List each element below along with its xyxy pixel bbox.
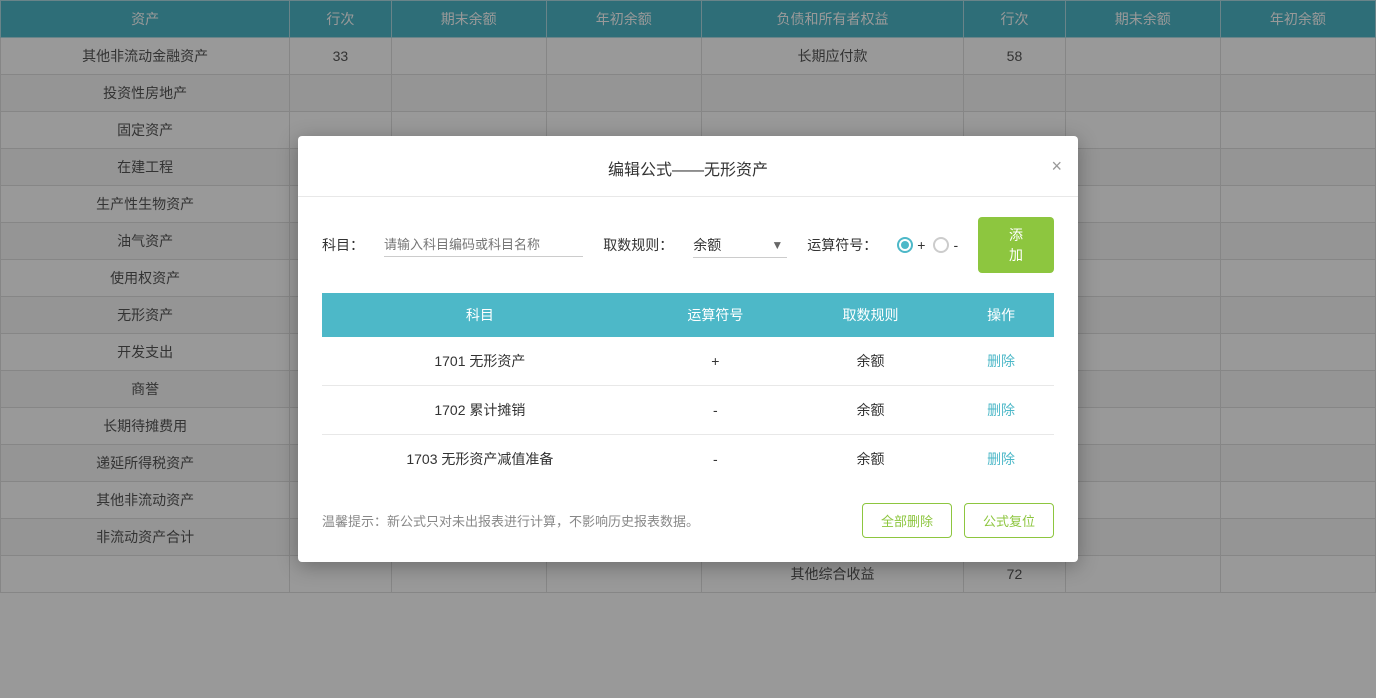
operator-minus-radio[interactable] bbox=[933, 237, 949, 253]
formula-operator-cell: + bbox=[638, 337, 793, 386]
operator-label: 运算符号： bbox=[807, 235, 877, 255]
formula-action-cell: 删除 bbox=[948, 435, 1054, 484]
operator-plus-radio[interactable] bbox=[897, 237, 913, 253]
modal-close-button[interactable]: × bbox=[1051, 157, 1062, 175]
table-header-row: 科目 运算符号 取数规则 操作 bbox=[322, 293, 1054, 337]
formula-action-cell: 删除 bbox=[948, 337, 1054, 386]
modal-header: 编辑公式——无形资产 × bbox=[298, 136, 1078, 197]
operator-plus-text: + bbox=[917, 237, 925, 253]
warning-text: 温馨提示：新公式只对未出报表进行计算，不影响历史报表数据。 bbox=[322, 511, 699, 530]
formula-action-cell: 删除 bbox=[948, 386, 1054, 435]
formula-table-row: 1701 无形资产+余额 删除 bbox=[322, 337, 1054, 386]
rule-label: 取数规则： bbox=[603, 235, 673, 255]
formula-rule-cell: 余额 bbox=[793, 435, 948, 484]
add-button[interactable]: 添加 bbox=[978, 217, 1054, 273]
formula-rule-cell: 余额 bbox=[793, 337, 948, 386]
warning-section: 温馨提示：新公式只对未出报表进行计算，不影响历史报表数据。 全部删除 公式复位 bbox=[298, 483, 1078, 538]
operator-minus-label[interactable]: - bbox=[933, 237, 958, 253]
formula-subject-cell: 1702 累计摊销 bbox=[322, 386, 638, 435]
delete-row-link[interactable]: 删除 bbox=[987, 402, 1015, 418]
bottom-button-group: 全部删除 公式复位 bbox=[862, 503, 1054, 538]
delete-all-button[interactable]: 全部删除 bbox=[862, 503, 952, 538]
formula-table-wrap: 科目 运算符号 取数规则 操作 1701 无形资产+余额删除1702 累计摊销-… bbox=[322, 293, 1054, 483]
operator-plus-label[interactable]: + bbox=[897, 237, 925, 253]
th-rule: 取数规则 bbox=[793, 293, 948, 337]
formula-table-row: 1703 无形资产减值准备-余额 删除 bbox=[322, 435, 1054, 484]
subject-label: 科目： bbox=[322, 235, 364, 255]
rule-select[interactable]: 余额借方发生额贷方发生额借方余额贷方余额 bbox=[693, 233, 787, 258]
formula-subject-cell: 1701 无形资产 bbox=[322, 337, 638, 386]
delete-row-link[interactable]: 删除 bbox=[987, 451, 1015, 467]
modal-overlay: 编辑公式——无形资产 × 科目： 取数规则： 余额借方发生额贷方发生额借方余额贷… bbox=[0, 0, 1376, 698]
formula-operator-cell: - bbox=[638, 386, 793, 435]
subject-input[interactable] bbox=[384, 233, 583, 257]
edit-formula-modal: 编辑公式——无形资产 × 科目： 取数规则： 余额借方发生额贷方发生额借方余额贷… bbox=[298, 136, 1078, 562]
formula-rule-cell: 余额 bbox=[793, 386, 948, 435]
formula-table: 科目 运算符号 取数规则 操作 1701 无形资产+余额删除1702 累计摊销-… bbox=[322, 293, 1054, 483]
formula-form: 科目： 取数规则： 余额借方发生额贷方发生额借方余额贷方余额 ▼ 运算符号： +… bbox=[298, 197, 1078, 293]
operator-minus-text: - bbox=[953, 237, 958, 253]
formula-table-row: 1702 累计摊销-余额 删除 bbox=[322, 386, 1054, 435]
formula-operator-cell: - bbox=[638, 435, 793, 484]
formula-subject-cell: 1703 无形资产减值准备 bbox=[322, 435, 638, 484]
modal-title: 编辑公式——无形资产 bbox=[608, 162, 768, 179]
rule-select-wrap: 余额借方发生额贷方发生额借方余额贷方余额 ▼ bbox=[693, 233, 787, 258]
th-subject: 科目 bbox=[322, 293, 638, 337]
th-action: 操作 bbox=[948, 293, 1054, 337]
delete-row-link[interactable]: 删除 bbox=[987, 353, 1015, 369]
reset-formula-button[interactable]: 公式复位 bbox=[964, 503, 1054, 538]
th-operator: 运算符号 bbox=[638, 293, 793, 337]
operator-group: + - bbox=[897, 237, 958, 253]
